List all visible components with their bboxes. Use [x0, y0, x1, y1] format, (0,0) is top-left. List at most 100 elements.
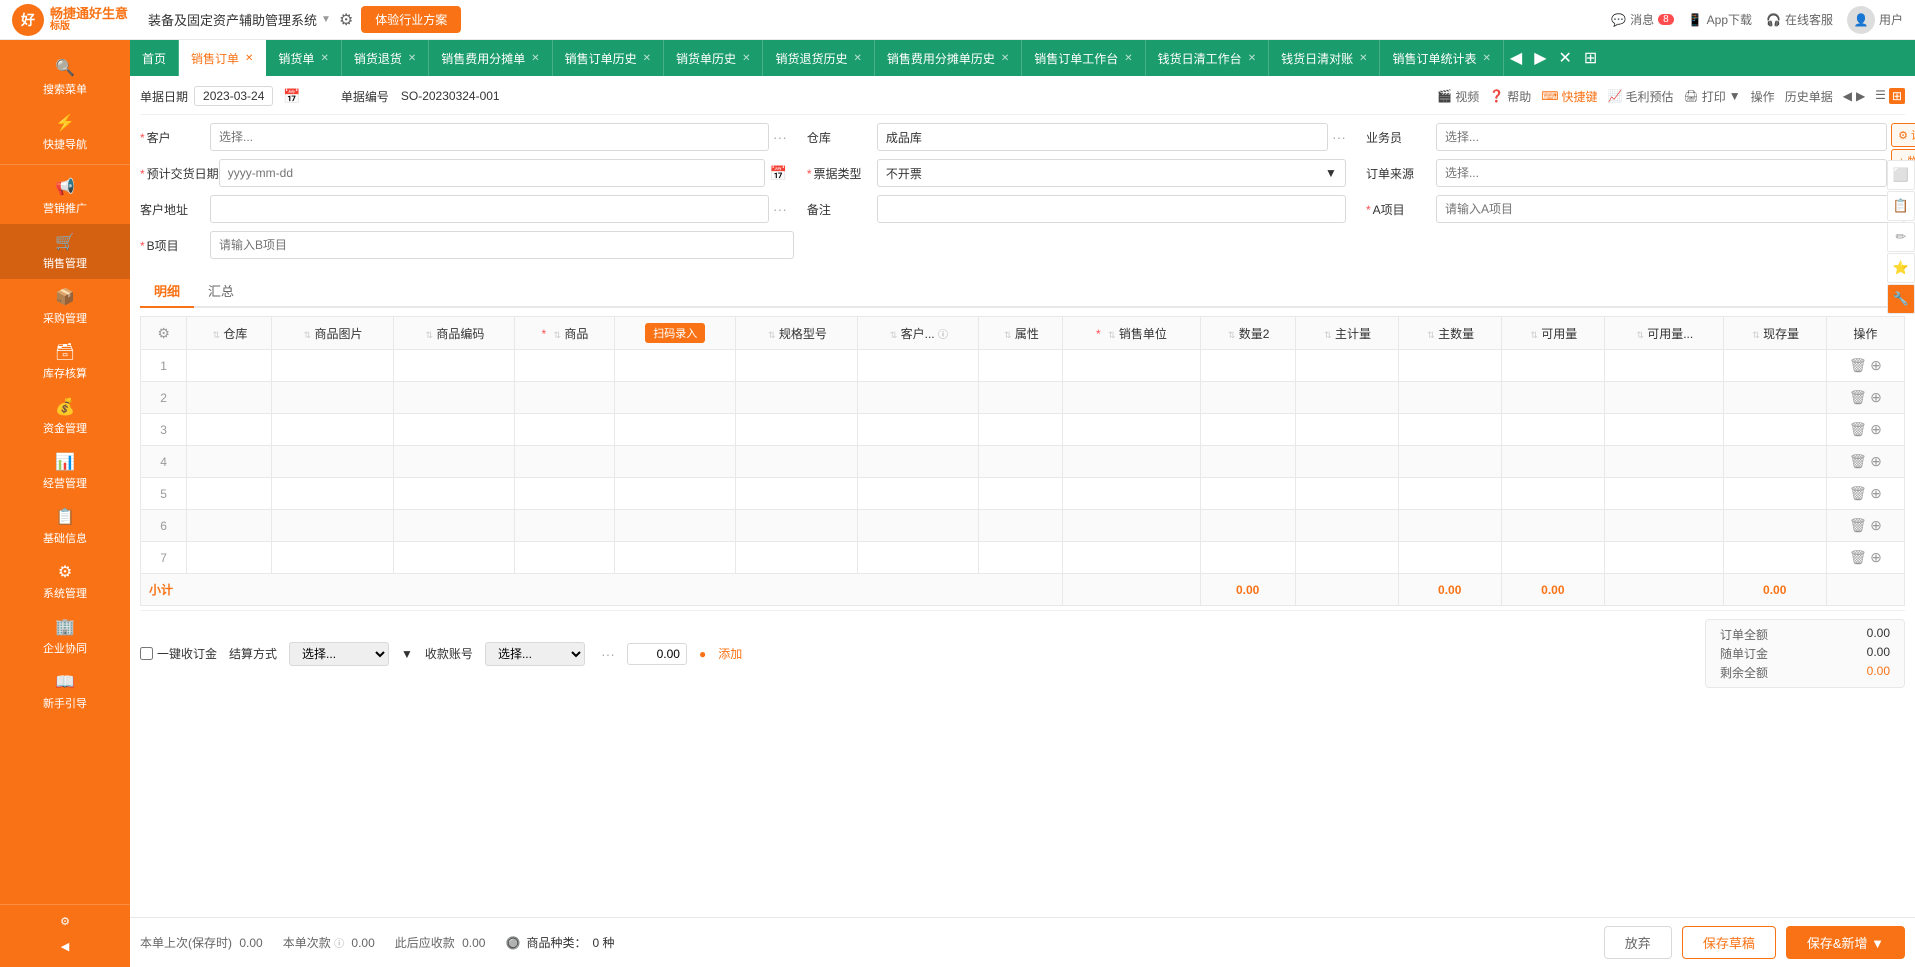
single-date-value[interactable]: 2023-03-24 [194, 86, 273, 106]
sidebar-item-system[interactable]: ⚙ 系统管理 [0, 554, 130, 609]
one-key-collect-checkbox[interactable] [140, 647, 153, 660]
row-delete-btn-5[interactable]: 🗑 [1849, 485, 1867, 502]
one-key-collect-label[interactable]: 一键收订金 [140, 645, 217, 662]
salesperson-input[interactable] [1436, 123, 1887, 151]
tab-order-history[interactable]: 销售订单历史 ✕ [553, 40, 664, 76]
grid-view-icon[interactable]: ⊞ [1889, 88, 1905, 104]
rfb-1[interactable]: ⬜ [1887, 160, 1915, 190]
user-item[interactable]: 👤 用户 [1847, 6, 1903, 34]
detail-tab-detail[interactable]: 明细 [140, 275, 194, 308]
settings-icon[interactable]: ⚙ [339, 10, 353, 30]
tab-close-sales-order[interactable]: ✕ [245, 53, 253, 64]
delivery-date-input[interactable] [219, 159, 766, 187]
tab-invoice-history[interactable]: 销货单历史 ✕ [664, 40, 763, 76]
customer-input[interactable] [210, 123, 769, 151]
rfb-4[interactable]: ⭐ [1887, 253, 1915, 283]
view-action[interactable]: 🎬 视频 [1437, 88, 1479, 105]
prev-doc-icon[interactable]: ◀ [1843, 89, 1852, 103]
rfb-3[interactable]: ✏ [1887, 222, 1915, 252]
order-source-input[interactable] [1436, 159, 1887, 187]
sidebar-item-guide[interactable]: 📖 新手引导 [0, 664, 130, 719]
sidebar-item-operation[interactable]: 📊 经营管理 [0, 444, 130, 499]
a-project-input[interactable] [1436, 195, 1905, 223]
rfb-2[interactable]: 📋 [1887, 191, 1915, 221]
account-ellipsis[interactable]: ··· [601, 646, 615, 662]
delivery-calendar-icon[interactable]: 📅 [769, 165, 786, 182]
tab-return-history[interactable]: 销货退货历史 ✕ [763, 40, 874, 76]
abandon-btn[interactable]: 放弃 [1604, 926, 1672, 959]
tab-close-fee[interactable]: ✕ [531, 53, 539, 64]
tab-close-invoice[interactable]: ✕ [320, 53, 328, 64]
remark-input[interactable] [877, 195, 1346, 223]
sidebar-collapse-btn[interactable]: ◀ [0, 934, 130, 959]
tab-reconcile[interactable]: 钱货日清对账 ✕ [1269, 40, 1380, 76]
customer-ellipsis[interactable]: ··· [773, 129, 787, 145]
account-select[interactable]: 选择... [485, 642, 585, 666]
row-delete-btn-2[interactable]: 🗑 [1849, 389, 1867, 406]
online-service-item[interactable]: 🎧 在线客服 [1766, 11, 1833, 28]
address-input[interactable] [210, 195, 769, 223]
row-copy-btn-4[interactable]: ⊕ [1870, 453, 1882, 470]
help-action[interactable]: ❓ 帮助 [1489, 88, 1531, 105]
sidebar-item-inventory[interactable]: 🗃 库存核算 [0, 334, 130, 389]
tab-fee-history[interactable]: 销售费用分摊单历史 ✕ [875, 40, 1022, 76]
shortcut-action[interactable]: ⌨ 快捷键 [1541, 88, 1597, 105]
sidebar-item-search[interactable]: 🔍 搜索菜单 [0, 50, 130, 105]
sidebar-item-enterprise[interactable]: 🏢 企业协同 [0, 609, 130, 664]
row-delete-btn-6[interactable]: 🗑 [1849, 517, 1867, 534]
payment-amount-input[interactable] [627, 643, 687, 665]
tab-close-wb[interactable]: ✕ [1124, 53, 1132, 64]
next-doc-icon[interactable]: ▶ [1856, 89, 1865, 103]
tab-close-fee-hist[interactable]: ✕ [1001, 53, 1009, 64]
tab-close-order-hist[interactable]: ✕ [643, 53, 651, 64]
row-copy-btn-2[interactable]: ⊕ [1870, 389, 1882, 406]
row-copy-btn-3[interactable]: ⊕ [1870, 421, 1882, 438]
sidebar-bottom-settings[interactable]: ⚙ [0, 909, 130, 934]
save-new-btn[interactable]: 保存&新增 ▼ [1786, 926, 1905, 959]
tab-workbench[interactable]: 销售订单工作台 ✕ [1022, 40, 1145, 76]
address-ellipsis[interactable]: ··· [773, 201, 787, 217]
rfb-5[interactable]: 🔧 [1887, 284, 1915, 314]
tab-home[interactable]: 首页 [130, 40, 179, 76]
tab-fee-split[interactable]: 销售费用分摊单 ✕ [429, 40, 552, 76]
sidebar-item-base[interactable]: 📋 基础信息 [0, 499, 130, 554]
tab-close-cash[interactable]: ✕ [1248, 53, 1256, 64]
row-copy-btn-6[interactable]: ⊕ [1870, 517, 1882, 534]
tab-close-rec[interactable]: ✕ [1359, 53, 1367, 64]
notification-item[interactable]: 💬 消息 8 [1611, 11, 1674, 28]
tab-sales-return[interactable]: 销货退货 ✕ [342, 40, 429, 76]
tab-close-all-btn[interactable]: ✕ [1553, 48, 1578, 68]
sidebar-item-finance[interactable]: 💰 资金管理 [0, 389, 130, 444]
tab-expand-btn[interactable]: ⊞ [1578, 48, 1603, 68]
settlement-select[interactable]: 选择... [289, 642, 389, 666]
b-project-input[interactable] [210, 231, 794, 259]
row-delete-btn-7[interactable]: 🗑 [1849, 549, 1867, 566]
tab-close-ret-hist[interactable]: ✕ [853, 53, 861, 64]
tab-summary[interactable]: 销售订单统计表 ✕ [1380, 40, 1503, 76]
sidebar-item-marketing[interactable]: 📢 营销推广 [0, 169, 130, 224]
system-name[interactable]: 装备及固定资产辅助管理系统 ▼ [148, 10, 331, 29]
tab-cash-clear[interactable]: 钱货日清工作台 ✕ [1146, 40, 1269, 76]
history-action[interactable]: 历史单据 [1785, 88, 1833, 105]
warehouse-ellipsis[interactable]: ··· [1332, 129, 1346, 145]
print-action[interactable]: 🖨 打印 ▼ [1684, 88, 1741, 105]
sidebar-item-sales[interactable]: 🛒 销售管理 [0, 224, 130, 279]
tab-prev-btn[interactable]: ◀ [1504, 48, 1528, 68]
trial-btn[interactable]: 体验行业方案 [361, 6, 461, 33]
th-gear[interactable]: ⚙ [141, 317, 187, 350]
operation-action[interactable]: 操作 [1751, 88, 1775, 105]
gear-icon[interactable]: ⚙ [157, 325, 170, 341]
row-delete-btn-3[interactable]: 🗑 [1849, 421, 1867, 438]
tab-sales-invoice[interactable]: 销货单 ✕ [266, 40, 341, 76]
invoice-type-select[interactable]: 不开票 ▼ [877, 159, 1346, 187]
row-delete-btn-4[interactable]: 🗑 [1849, 453, 1867, 470]
sidebar-item-purchase[interactable]: 📦 采购管理 [0, 279, 130, 334]
tab-close-sum[interactable]: ✕ [1483, 53, 1491, 64]
date-calendar-icon[interactable]: 📅 [283, 88, 300, 105]
tab-next-btn[interactable]: ▶ [1528, 48, 1552, 68]
profit-action[interactable]: 📈 毛利预估 [1608, 88, 1674, 105]
settings-float-btn[interactable]: ⚙ 设置 [1891, 123, 1915, 147]
row-copy-btn-7[interactable]: ⊕ [1870, 549, 1882, 566]
save-draft-btn[interactable]: 保存草稿 [1682, 926, 1776, 959]
tab-sales-order[interactable]: 销售订单 ✕ [179, 40, 266, 76]
